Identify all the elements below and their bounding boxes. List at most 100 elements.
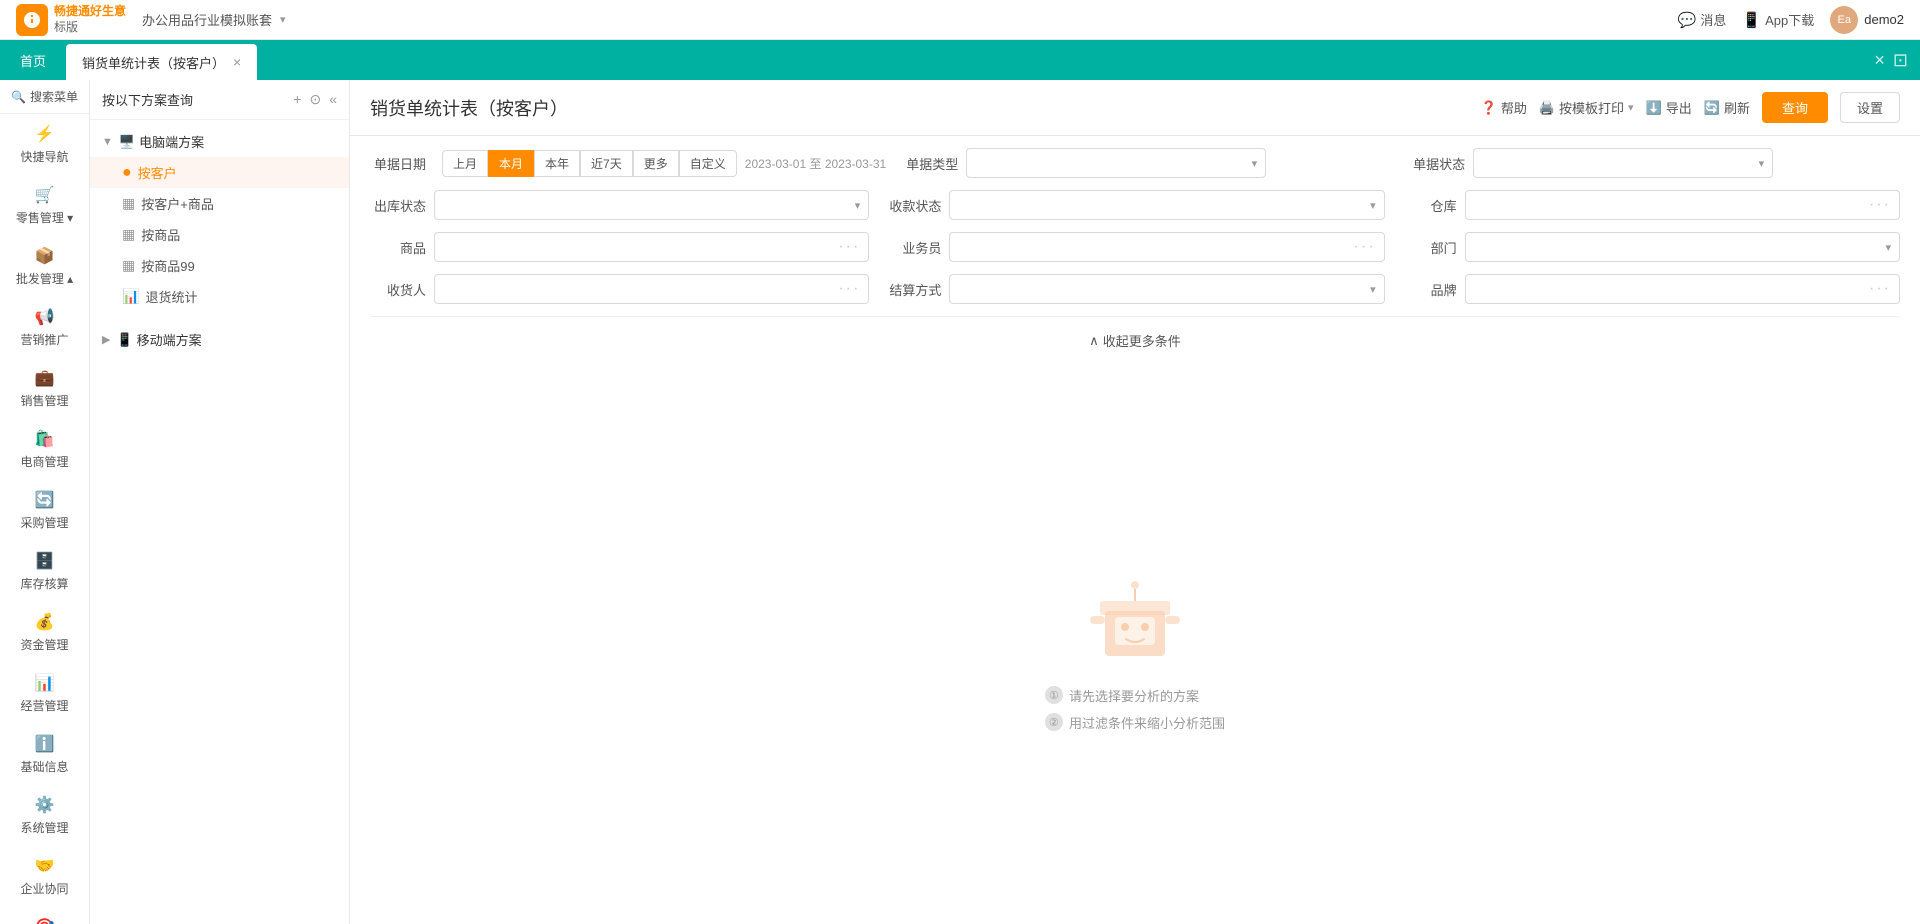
goods-dots-icon[interactable]: ··· [838, 238, 860, 256]
docstatus-select[interactable]: ▾ [1473, 148, 1773, 178]
refresh-button[interactable]: 🔄 刷新 [1704, 98, 1750, 117]
doctype-label: 单据类型 [902, 154, 958, 173]
quicknav-icon: ⚡ [35, 124, 55, 144]
filter-col-brand: 品牌 ··· [1401, 274, 1900, 304]
add-scheme-icon[interactable]: + [293, 91, 301, 108]
outstatus-select[interactable]: ▾ [434, 190, 869, 220]
sidebar-item-basic[interactable]: ℹ️ 基础信息 [0, 724, 89, 785]
sidebar-item-enterprise[interactable]: 🤝 企业协同 [0, 846, 89, 907]
date-btn-last-month[interactable]: 上月 [442, 150, 488, 177]
collapse-panel-icon[interactable]: « [329, 91, 337, 108]
payment-label: 结算方式 [885, 280, 941, 299]
filter-col-payment: 结算方式 ▾ [885, 274, 1384, 304]
sidebar-item-quicknav[interactable]: ⚡ 快捷导航 [0, 114, 89, 175]
filter-row-3: 商品 ··· 业务员 ··· 部门 [370, 232, 1900, 262]
by-customer-icon: ● [122, 164, 132, 182]
help-button[interactable]: ❓ 帮助 [1481, 98, 1527, 117]
sidebar-item-purchase[interactable]: 🔄 采购管理 [0, 480, 89, 541]
tab-home[interactable]: 首页 [0, 40, 66, 80]
filter-row-1: 单据日期 上月 本月 本年 近7天 更多 自定义 2023-03-01 至 20… [370, 148, 1900, 178]
scheme-item-by-customer[interactable]: ● 按客户 [90, 157, 349, 188]
system-icon: ⚙️ [35, 795, 55, 815]
sidebar: 🔍 搜索菜单 ⚡ 快捷导航 🛒 零售管理 ▾ 📦 批发管理 ▴ 📢 营销推广 💼… [0, 80, 90, 924]
search-icon: 🔍 [11, 90, 26, 104]
filter-col-dept: 部门 ▾ [1401, 232, 1900, 262]
marketing-icon: 📢 [35, 307, 55, 327]
sidebar-item-inventory[interactable]: 🗄️ 库存核算 [0, 541, 89, 602]
goods-select[interactable]: ··· [434, 232, 869, 262]
date-btn-more[interactable]: 更多 [633, 150, 679, 177]
payment-select[interactable]: ▾ [949, 274, 1384, 304]
message-button[interactable]: 💬 帮助 消息 [1678, 10, 1727, 29]
tabbar: 首页 销货单统计表（按客户） × × ⊡ [0, 40, 1920, 80]
user-profile[interactable]: Ea demo2 [1830, 6, 1904, 34]
warehouse-dots-icon[interactable]: ··· [1869, 196, 1891, 214]
filter-col-staff: 业务员 ··· [885, 232, 1384, 262]
sidebar-item-operation[interactable]: 📊 经营管理 [0, 663, 89, 724]
sidebar-item-newuser[interactable]: 🎯 新手引导 [0, 907, 89, 924]
empty-illustration [1080, 561, 1190, 674]
hint-num-2: ② [1045, 713, 1063, 731]
filter-col-warehouse: 仓库 ··· [1401, 190, 1900, 220]
sidebar-item-sales[interactable]: 💼 销售管理 [0, 358, 89, 419]
brand-select[interactable]: ··· [1465, 274, 1900, 304]
collapse-button[interactable]: ∧ 收起更多条件 [1089, 325, 1181, 356]
outstatus-label: 出库状态 [370, 196, 426, 215]
sales-icon: 💼 [35, 368, 55, 388]
warehouse-select[interactable]: ··· [1465, 190, 1900, 220]
search-menu-button[interactable]: 🔍 搜索菜单 [0, 80, 89, 114]
date-btn-7days[interactable]: 近7天 [580, 150, 633, 177]
sidebar-item-retail[interactable]: 🛒 零售管理 ▾ [0, 175, 89, 236]
tab-close-all-icon[interactable]: × [1874, 50, 1885, 71]
staff-dots-icon[interactable]: ··· [1354, 238, 1376, 256]
logo-icon [16, 4, 48, 36]
dept-select[interactable]: ▾ [1465, 232, 1900, 262]
mobile-scheme-group-header[interactable]: ▶ 📱 移动端方案 [90, 324, 349, 355]
scheme-item-by-goods99[interactable]: ▦ 按商品99 [90, 250, 349, 281]
receiver-select[interactable]: ··· [434, 274, 869, 304]
filter-col-goods: 商品 ··· [370, 232, 869, 262]
empty-hints: ① 请先选择要分析的方案 ② 用过滤条件来缩小分析范围 [1045, 686, 1225, 732]
brand-dots-icon[interactable]: ··· [1869, 280, 1891, 298]
doctype-select[interactable]: ▾ [966, 148, 1266, 178]
receiptstatus-select[interactable]: ▾ [949, 190, 1384, 220]
date-btn-custom[interactable]: 自定义 [679, 150, 737, 177]
query-button[interactable]: 查询 [1762, 92, 1828, 123]
receiver-dots-icon[interactable]: ··· [838, 280, 860, 298]
export-button[interactable]: ⬇️ 导出 [1646, 98, 1692, 117]
logo-box: 畅捷通好生意 标版 [16, 4, 126, 36]
docstatus-arrow-icon: ▾ [1759, 157, 1765, 170]
message-icon: 💬 [1678, 11, 1697, 29]
app-title-arrow[interactable]: ▾ [280, 13, 286, 26]
settings-button[interactable]: 设置 [1840, 92, 1900, 123]
date-btn-this-month[interactable]: 本月 [488, 150, 534, 177]
brand-label: 品牌 [1401, 280, 1457, 299]
sidebar-item-system[interactable]: ⚙️ 系统管理 [0, 785, 89, 846]
finance-icon: 💰 [35, 612, 55, 632]
sidebar-item-wholesale[interactable]: 📦 批发管理 ▴ [0, 236, 89, 297]
staff-select[interactable]: ··· [949, 232, 1384, 262]
tab-maximize-icon[interactable]: ⊡ [1893, 50, 1908, 71]
empty-state: ① 请先选择要分析的方案 ② 用过滤条件来缩小分析范围 [350, 368, 1920, 924]
app-download-button[interactable]: 📱 App下载 [1742, 10, 1814, 29]
filter-row-2: 出库状态 ▾ 收款状态 ▾ 仓库 [370, 190, 1900, 220]
wholesale-icon: 📦 [35, 246, 55, 266]
left-panel-icons: + ⊙ « [293, 91, 337, 108]
topbar-left: 畅捷通好生意 标版 办公用品行业模拟账套 ▾ [16, 4, 286, 36]
sidebar-item-ecommerce[interactable]: 🛍️ 电商管理 [0, 419, 89, 480]
template-print-button[interactable]: 🖨️ 按模板打印 ▾ [1539, 98, 1634, 117]
date-btn-this-year[interactable]: 本年 [534, 150, 580, 177]
by-goods-icon: ▦ [122, 226, 135, 243]
scheme-item-return-stats[interactable]: 📊 退货统计 [90, 281, 349, 312]
scheme-item-by-customer-goods[interactable]: ▦ 按客户+商品 [90, 188, 349, 219]
tab-active[interactable]: 销货单统计表（按客户） × [66, 44, 257, 80]
sidebar-item-marketing[interactable]: 📢 营销推广 [0, 297, 89, 358]
tab-close-icon[interactable]: × [233, 54, 241, 70]
collapse-row: ∧ 收起更多条件 [370, 316, 1900, 356]
scheme-item-by-goods[interactable]: ▦ 按商品 [90, 219, 349, 250]
settings-scheme-icon[interactable]: ⊙ [309, 91, 321, 108]
pc-scheme-group-header[interactable]: ▼ 🖥️ 电脑端方案 [90, 126, 349, 157]
content-area: 按以下方案查询 + ⊙ « ▼ 🖥️ 电脑端方案 ● 按客户 [90, 80, 1920, 924]
retail-icon: 🛒 [35, 185, 55, 205]
sidebar-item-finance[interactable]: 💰 资金管理 [0, 602, 89, 663]
